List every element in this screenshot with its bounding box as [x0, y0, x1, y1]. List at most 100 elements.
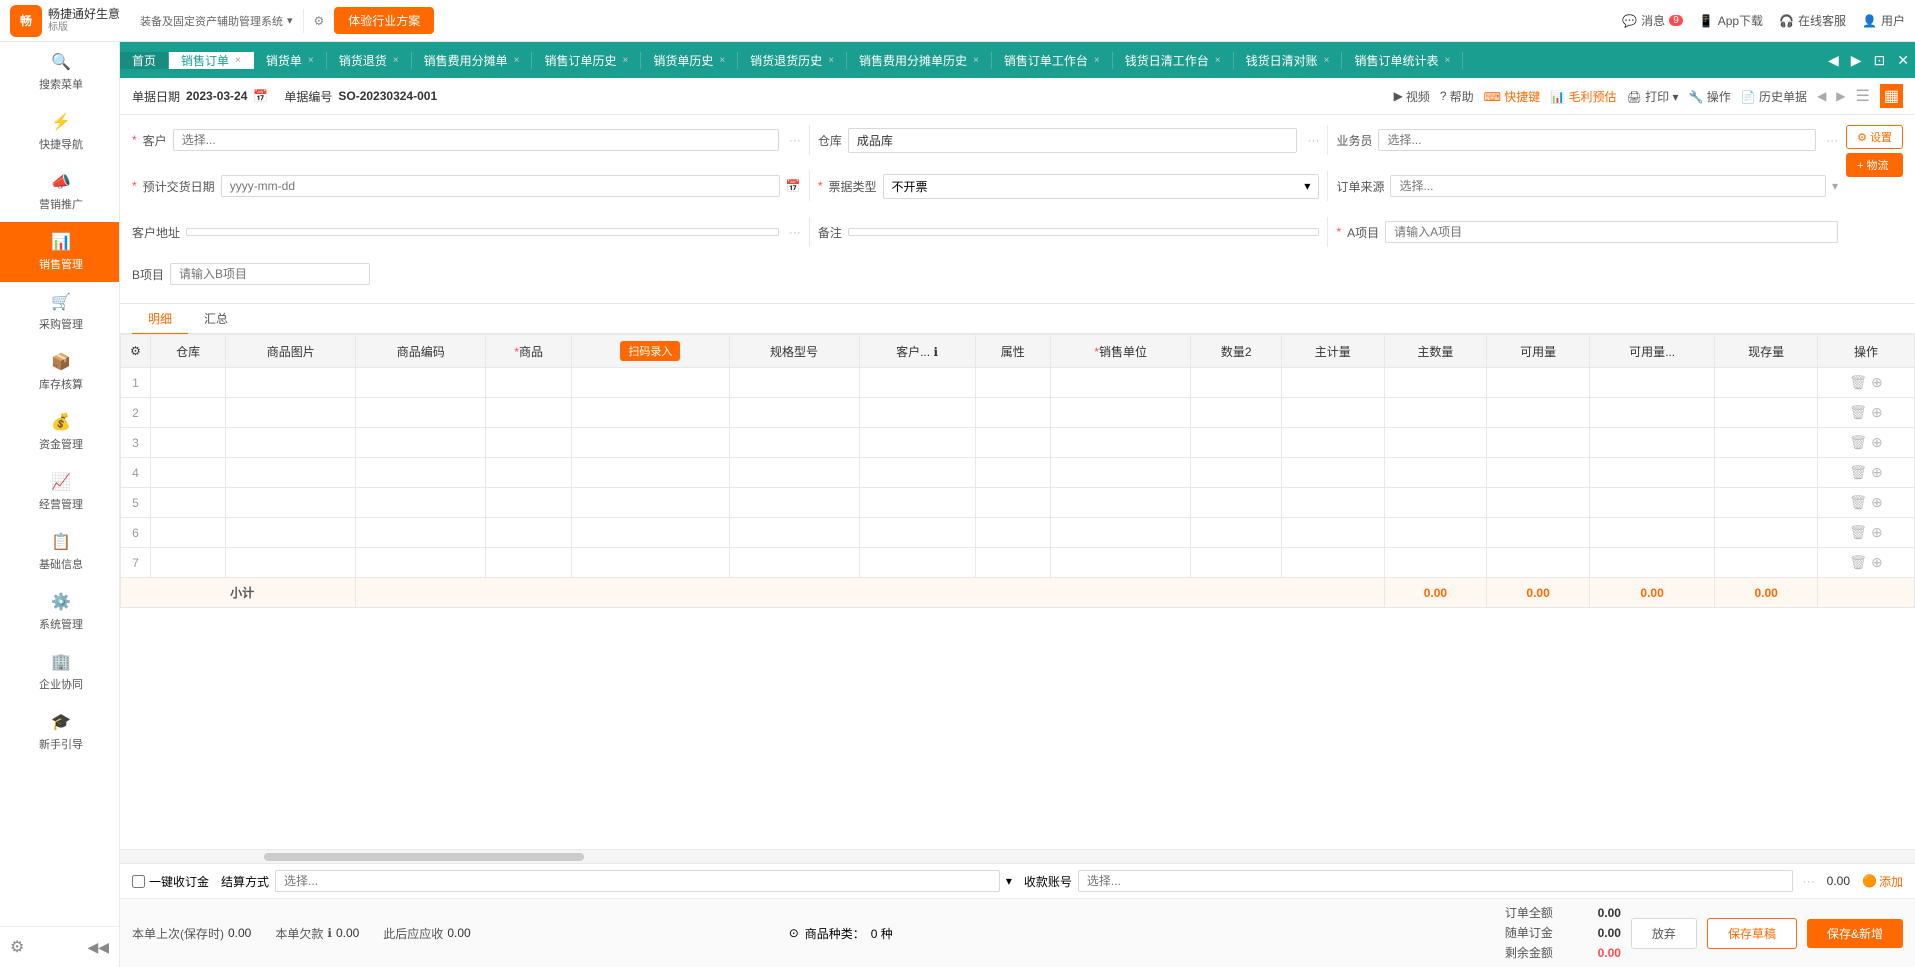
account-input[interactable]	[1078, 870, 1793, 892]
row-cust-code-6[interactable]	[859, 518, 975, 548]
sidebar-item-sales[interactable]: 📊销售管理	[0, 222, 119, 282]
row-code-3[interactable]	[356, 428, 486, 458]
delete-icon-5[interactable]: 🗑	[1849, 494, 1867, 511]
row-cust-code-7[interactable]	[859, 548, 975, 578]
copy-icon-7[interactable]: ⊕	[1871, 554, 1883, 571]
row-code-1[interactable]	[356, 368, 486, 398]
save-new-button[interactable]: 保存&新增	[1807, 919, 1903, 948]
delivery-input[interactable]	[221, 175, 780, 197]
delete-icon-4[interactable]: 🗑	[1849, 464, 1867, 481]
row-attrs-6[interactable]	[975, 518, 1050, 548]
remarks-input[interactable]	[848, 228, 1320, 236]
save-draft-button[interactable]: 保存草稿	[1707, 918, 1797, 949]
discard-button[interactable]: 放弃	[1631, 918, 1697, 949]
row-code-2[interactable]	[356, 398, 486, 428]
row-unit-2[interactable]	[1050, 398, 1191, 428]
row-product-2[interactable]	[486, 398, 572, 428]
col-settings[interactable]: ⚙	[121, 335, 151, 368]
tab-close-9[interactable]: ×	[1094, 55, 1100, 66]
add-payment-btn[interactable]: 🟠 添加	[1862, 873, 1903, 890]
tab-9[interactable]: 销售订单工作台×	[992, 52, 1113, 69]
sidebar-item-finance[interactable]: 💰资金管理	[0, 402, 119, 462]
account-more[interactable]: ···	[1803, 874, 1815, 888]
tab-4[interactable]: 销售费用分摊单×	[412, 52, 533, 69]
row-product-7[interactable]	[486, 548, 572, 578]
row-warehouse-7[interactable]	[151, 548, 226, 578]
tab-close-10[interactable]: ×	[1215, 55, 1221, 66]
row-spec-1[interactable]	[729, 368, 859, 398]
row-product-4[interactable]	[486, 458, 572, 488]
row-spec-6[interactable]	[729, 518, 859, 548]
settings-btn[interactable]: ⚙ 设置	[1846, 125, 1903, 149]
project-a-input[interactable]	[1385, 221, 1838, 243]
row-product-3[interactable]	[486, 428, 572, 458]
row-main-qty-3[interactable]	[1384, 428, 1487, 458]
app-download[interactable]: 📱 App下载	[1699, 12, 1763, 29]
tab-nav-left[interactable]: ◀	[1822, 52, 1845, 69]
row-attrs-5[interactable]	[975, 488, 1050, 518]
row-main-qty-6[interactable]	[1384, 518, 1487, 548]
address-input[interactable]	[186, 228, 779, 236]
tab-7[interactable]: 销货退货历史×	[738, 52, 847, 69]
row-product-5[interactable]	[486, 488, 572, 518]
row-attrs-4[interactable]	[975, 458, 1050, 488]
tab-1[interactable]: 销售订单×	[169, 52, 254, 69]
calendar-icon[interactable]: 📅	[253, 89, 268, 103]
row-warehouse-1[interactable]	[151, 368, 226, 398]
user-menu[interactable]: 👤 用户	[1862, 12, 1905, 29]
online-support[interactable]: 🎧 在线客服	[1779, 12, 1846, 29]
copy-icon-6[interactable]: ⊕	[1871, 524, 1883, 541]
sidebar-collapse-icon[interactable]: ◀◀	[87, 939, 109, 956]
row-qty2-3[interactable]	[1191, 428, 1281, 458]
row-main-qty-4[interactable]	[1384, 458, 1487, 488]
tab-close-1[interactable]: ×	[235, 55, 241, 66]
row-spec-3[interactable]	[729, 428, 859, 458]
print-btn[interactable]: 🖨 打印 ▾	[1627, 88, 1679, 105]
scroll-bar[interactable]	[120, 849, 1915, 863]
scan-button[interactable]: 扫码录入	[620, 341, 680, 361]
tab-6[interactable]: 销货单历史×	[641, 52, 738, 69]
tab-close-12[interactable]: ×	[1444, 55, 1450, 66]
row-code-4[interactable]	[356, 458, 486, 488]
scroll-thumb[interactable]	[264, 853, 584, 861]
row-main-qty-2[interactable]	[1384, 398, 1487, 428]
one-click-checkbox[interactable]: 一键收订金	[132, 873, 209, 890]
row-qty2-5[interactable]	[1191, 488, 1281, 518]
row-main-qty-5[interactable]	[1384, 488, 1487, 518]
help-btn[interactable]: ?帮助	[1440, 88, 1474, 105]
header-nav-left[interactable]: ◀	[1817, 89, 1826, 103]
tab-10[interactable]: 钱货日清工作台×	[1113, 52, 1234, 69]
tab-detail[interactable]: 明细	[132, 304, 188, 335]
tab-close-4[interactable]: ×	[514, 55, 520, 66]
sidebar-item-basic[interactable]: 📋基础信息	[0, 522, 119, 582]
calendar2-icon[interactable]: 📅	[786, 179, 801, 193]
sidebar-item-newbie[interactable]: 🎓新手引导	[0, 702, 119, 762]
project-b-input[interactable]	[170, 263, 370, 285]
row-product-1[interactable]	[486, 368, 572, 398]
tab-close-5[interactable]: ×	[622, 55, 628, 66]
sidebar-item-quick[interactable]: ⚡快捷导航	[0, 102, 119, 162]
row-unit-3[interactable]	[1050, 428, 1191, 458]
row-attrs-1[interactable]	[975, 368, 1050, 398]
tab-close-6[interactable]: ×	[719, 55, 725, 66]
tab-nav-right[interactable]: ▶	[1845, 52, 1868, 69]
row-unit-1[interactable]	[1050, 368, 1191, 398]
row-warehouse-4[interactable]	[151, 458, 226, 488]
salesperson-input[interactable]	[1378, 129, 1816, 151]
row-warehouse-2[interactable]	[151, 398, 226, 428]
notifications[interactable]: 💬 消息 9	[1622, 12, 1683, 29]
copy-icon-3[interactable]: ⊕	[1871, 434, 1883, 451]
shortcut-btn[interactable]: ⌨ 快捷键	[1484, 88, 1541, 105]
row-main-qty-7[interactable]	[1384, 548, 1487, 578]
tab-12[interactable]: 销售订单统计表×	[1342, 52, 1463, 69]
delete-icon-7[interactable]: 🗑	[1849, 554, 1867, 571]
row-cust-code-2[interactable]	[859, 398, 975, 428]
delete-icon-2[interactable]: 🗑	[1849, 404, 1867, 421]
warehouse-value[interactable]: 成品库	[848, 128, 1298, 153]
system-title[interactable]: 装备及固定资产辅助管理系统 ▾	[140, 13, 293, 29]
customer-input[interactable]	[173, 129, 779, 151]
row-cust-code-4[interactable]	[859, 458, 975, 488]
tab-2[interactable]: 销货单×	[254, 52, 327, 69]
invoice-select[interactable]: 不开票 ▾	[883, 174, 1320, 199]
row-code-7[interactable]	[356, 548, 486, 578]
